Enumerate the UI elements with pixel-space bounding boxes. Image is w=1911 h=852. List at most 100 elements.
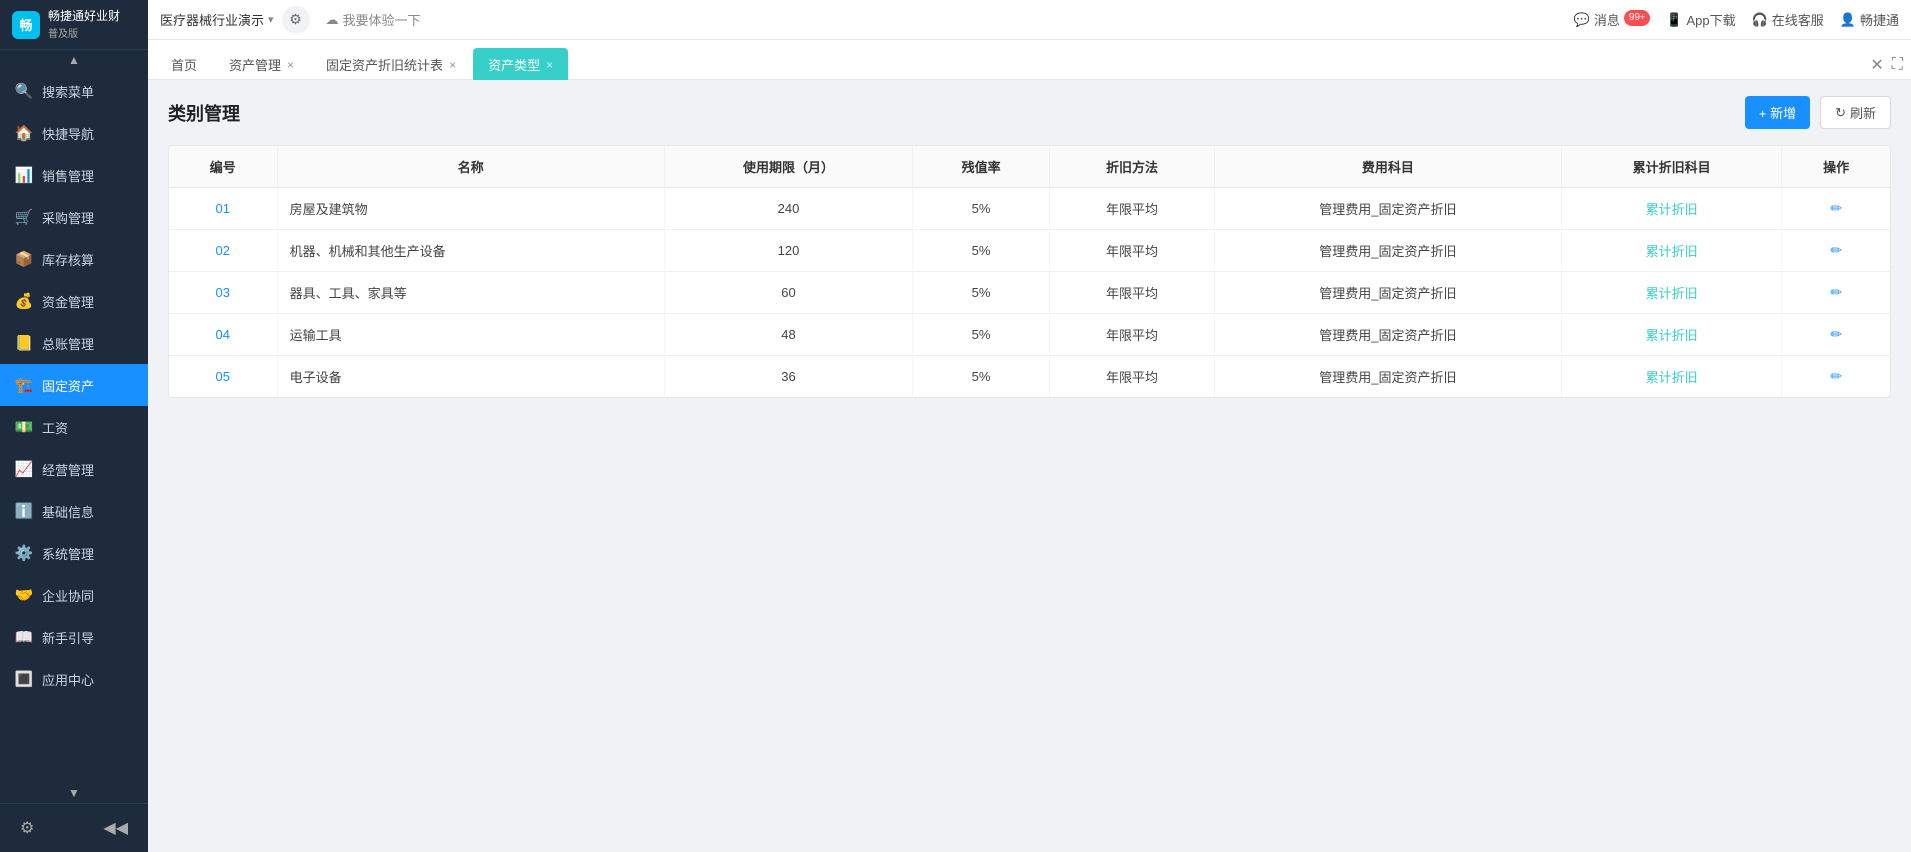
- sidebar-icon-ledger: 📒: [14, 333, 34, 353]
- cell-method-3: 年限平均: [1050, 314, 1215, 356]
- cell-residual-1: 5%: [913, 230, 1050, 272]
- table-row: 03 器具、工具、家具等 60 5% 年限平均 管理费用_固定资产折旧 累计折旧…: [169, 272, 1890, 314]
- topbar-right: 💬 消息 99 📱 App下载 🎧 在线客服 👤 畅捷通: [1574, 10, 1899, 29]
- edit-button-2[interactable]: ✏: [1830, 284, 1842, 300]
- add-button[interactable]: + 新增: [1745, 96, 1810, 129]
- messages-button[interactable]: 💬 消息 99: [1574, 10, 1651, 29]
- app-download-button[interactable]: 📱 App下载: [1666, 10, 1735, 29]
- data-table: 编号 名称 使用期限（月） 残值率 折旧方法 费用科目 累计折旧科目 操作 01…: [168, 145, 1891, 398]
- cell-months-0: 240: [664, 188, 912, 230]
- cell-months-4: 36: [664, 356, 912, 398]
- edit-button-4[interactable]: ✏: [1830, 368, 1842, 384]
- user-button[interactable]: 👤 畅捷通: [1840, 10, 1899, 29]
- user-icon: 👤: [1840, 12, 1856, 28]
- table-header-row: 编号 名称 使用期限（月） 残值率 折旧方法 费用科目 累计折旧科目 操作: [169, 146, 1890, 188]
- tab-asset-mgmt[interactable]: 资产管理 ×: [214, 48, 309, 80]
- online-service-button[interactable]: 🎧 在线客服: [1752, 10, 1824, 29]
- cell-id-3[interactable]: 04: [169, 314, 277, 356]
- page-title: 类别管理: [168, 100, 240, 126]
- online-service-label: 在线客服: [1772, 10, 1824, 29]
- sidebar-item-app-center[interactable]: 🔳 应用中心: [0, 658, 148, 700]
- sidebar-item-payroll[interactable]: 💵 工资: [0, 406, 148, 448]
- tab-asset-type[interactable]: 资产类型 ×: [473, 48, 568, 80]
- sidebar-icon-inventory: 📦: [14, 249, 34, 269]
- table-row: 01 房屋及建筑物 240 5% 年限平均 管理费用_固定资产折旧 累计折旧 ✏: [169, 188, 1890, 230]
- sidebar-logo[interactable]: 畅 畅捷通好业财 普及版: [0, 0, 148, 50]
- sidebar-item-guide[interactable]: 📖 新手引导: [0, 616, 148, 658]
- sidebar-item-ledger[interactable]: 📒 总账管理: [0, 322, 148, 364]
- cell-residual-3: 5%: [913, 314, 1050, 356]
- col-name: 名称: [277, 146, 664, 188]
- sidebar-icon-system: ⚙️: [14, 543, 34, 563]
- sidebar-item-search[interactable]: 🔍 搜索菜单: [0, 70, 148, 112]
- table-row: 02 机器、机械和其他生产设备 120 5% 年限平均 管理费用_固定资产折旧 …: [169, 230, 1890, 272]
- sidebar-item-quick-nav[interactable]: 🏠 快捷导航: [0, 112, 148, 154]
- cell-accumulated-1: 累计折旧: [1561, 230, 1781, 272]
- cell-method-1: 年限平均: [1050, 230, 1215, 272]
- cell-expense-2: 管理费用_固定资产折旧: [1214, 272, 1561, 314]
- edit-button-1[interactable]: ✏: [1830, 242, 1842, 258]
- topbar-settings-icon[interactable]: ⚙: [282, 6, 310, 34]
- sidebar-item-basic-info[interactable]: ℹ️ 基础信息: [0, 490, 148, 532]
- logo-title: 畅捷通好业财: [48, 9, 120, 25]
- cell-id-4[interactable]: 05: [169, 356, 277, 398]
- cell-name-3: 运输工具: [277, 314, 664, 356]
- collapse-icon[interactable]: ◀◀: [97, 814, 134, 842]
- cell-months-1: 120: [664, 230, 912, 272]
- cell-residual-4: 5%: [913, 356, 1050, 398]
- cell-expense-3: 管理费用_固定资产折旧: [1214, 314, 1561, 356]
- sidebar-label-fixed-assets: 固定资产: [42, 376, 94, 395]
- window-close-button[interactable]: ✕: [1870, 55, 1883, 75]
- app-download-label: App下载: [1686, 10, 1735, 29]
- settings-icon[interactable]: ⚙: [14, 814, 40, 842]
- edit-button-0[interactable]: ✏: [1830, 200, 1842, 216]
- cell-id-1[interactable]: 02: [169, 230, 277, 272]
- refresh-button[interactable]: ↻ 刷新: [1820, 96, 1891, 129]
- cell-accumulated-0: 累计折旧: [1561, 188, 1781, 230]
- table-row: 05 电子设备 36 5% 年限平均 管理费用_固定资产折旧 累计折旧 ✏: [169, 356, 1890, 398]
- scroll-up-arrow[interactable]: ▲: [0, 50, 148, 70]
- tab-home-label: 首页: [171, 55, 197, 74]
- cell-accumulated-3: 累计折旧: [1561, 314, 1781, 356]
- trial-button[interactable]: ☁ 我要体验一下: [318, 6, 429, 33]
- sidebar-item-fixed-assets[interactable]: 🏗️ 固定资产: [0, 364, 148, 406]
- sidebar-item-operations[interactable]: 📈 经营管理: [0, 448, 148, 490]
- tab-depreciation[interactable]: 固定资产折旧统计表 ×: [311, 48, 471, 80]
- sidebar-item-sales[interactable]: 📊 销售管理: [0, 154, 148, 196]
- sidebar-label-purchase: 采购管理: [42, 208, 94, 227]
- sidebar-label-app-center: 应用中心: [42, 670, 94, 689]
- tab-asset-mgmt-close[interactable]: ×: [287, 58, 294, 72]
- cell-actions-0: ✏: [1782, 188, 1890, 230]
- cell-actions-2: ✏: [1782, 272, 1890, 314]
- cell-method-0: 年限平均: [1050, 188, 1215, 230]
- tab-asset-type-close[interactable]: ×: [546, 58, 553, 72]
- cell-expense-1: 管理费用_固定资产折旧: [1214, 230, 1561, 272]
- sidebar-item-funds[interactable]: 💰 资金管理: [0, 280, 148, 322]
- sidebar-icon-app-center: 🔳: [14, 669, 34, 689]
- cell-name-0: 房屋及建筑物: [277, 188, 664, 230]
- edit-button-3[interactable]: ✏: [1830, 326, 1842, 342]
- col-months: 使用期限（月）: [664, 146, 912, 188]
- tab-home[interactable]: 首页: [156, 48, 212, 80]
- sidebar-item-enterprise[interactable]: 🤝 企业协同: [0, 574, 148, 616]
- cell-residual-2: 5%: [913, 272, 1050, 314]
- sidebar-label-operations: 经营管理: [42, 460, 94, 479]
- cell-id-0[interactable]: 01: [169, 188, 277, 230]
- sidebar-item-system[interactable]: ⚙️ 系统管理: [0, 532, 148, 574]
- sidebar-item-inventory[interactable]: 📦 库存核算: [0, 238, 148, 280]
- sidebar-icon-operations: 📈: [14, 459, 34, 479]
- window-expand-button[interactable]: ⛶: [1892, 56, 1903, 74]
- logo-icon: 畅: [12, 11, 40, 39]
- tab-depreciation-close[interactable]: ×: [449, 58, 456, 72]
- cell-name-4: 电子设备: [277, 356, 664, 398]
- tab-asset-mgmt-label: 资产管理: [229, 55, 281, 74]
- module-selector[interactable]: 医疗器械行业演示 ▾: [160, 10, 274, 29]
- scroll-down-arrow[interactable]: ▼: [0, 783, 148, 803]
- cell-id-2[interactable]: 03: [169, 272, 277, 314]
- cell-actions-3: ✏: [1782, 314, 1890, 356]
- sidebar-item-purchase[interactable]: 🛒 采购管理: [0, 196, 148, 238]
- cell-name-2: 器具、工具、家具等: [277, 272, 664, 314]
- module-name: 医疗器械行业演示: [160, 10, 264, 29]
- sidebar-label-search: 搜索菜单: [42, 82, 94, 101]
- sidebar-label-guide: 新手引导: [42, 628, 94, 647]
